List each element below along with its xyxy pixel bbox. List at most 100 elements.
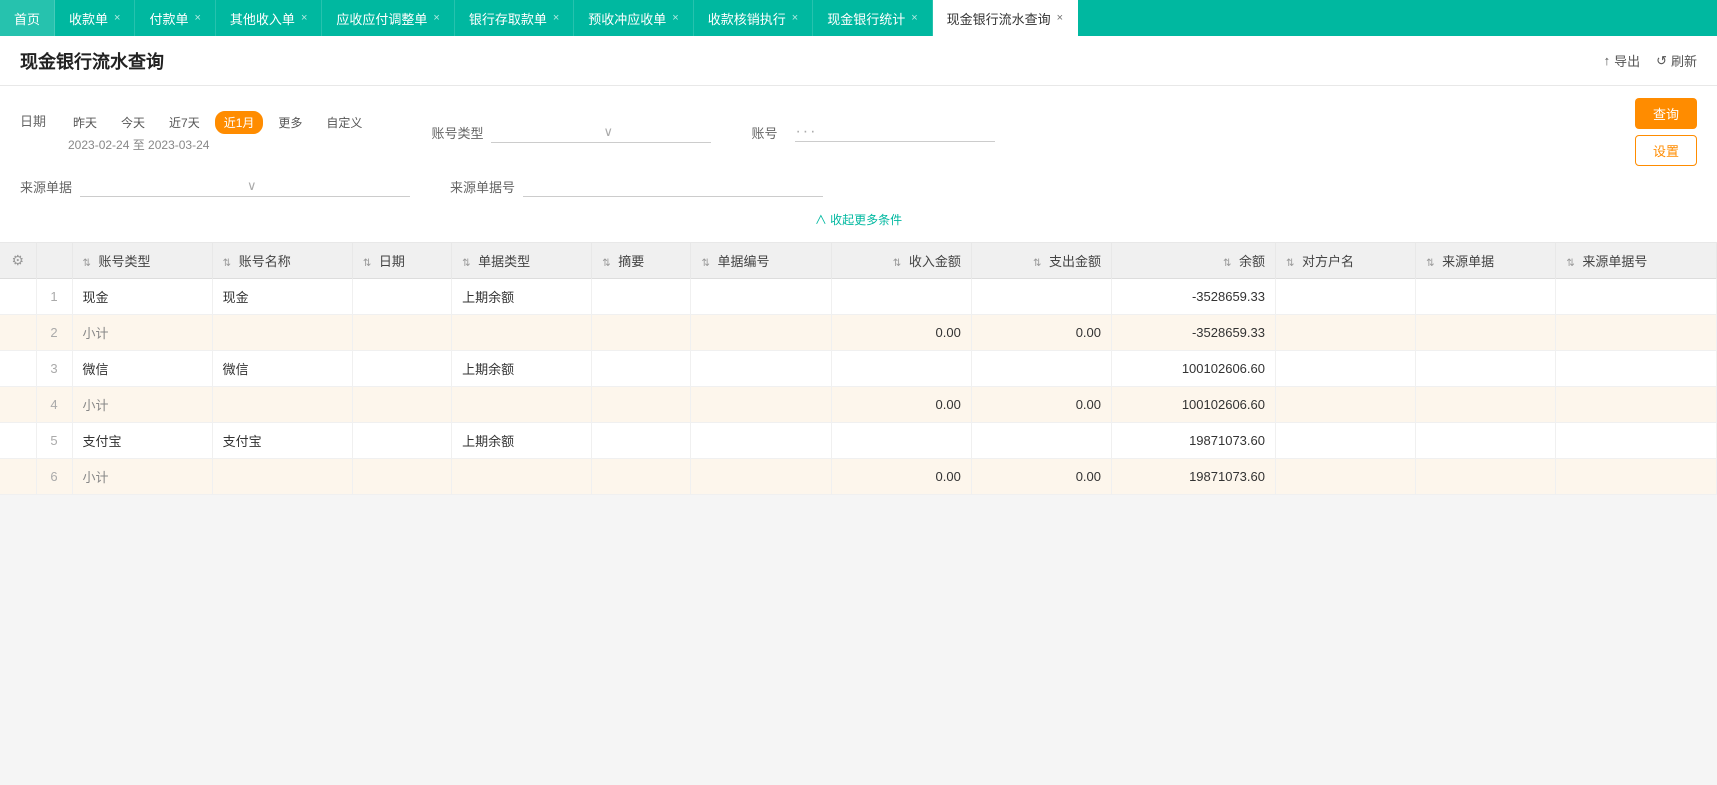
nav-item-cash-bank-stats[interactable]: 现金银行统计 × xyxy=(813,0,932,36)
nav-item-bank-deposit[interactable]: 银行存取款单 × xyxy=(455,0,574,36)
cell-expense xyxy=(971,351,1111,387)
nav-item-ar-ap-adjust[interactable]: 应收应付调整单 × xyxy=(322,0,454,36)
refresh-button[interactable]: ↺ 刷新 xyxy=(1656,51,1697,70)
query-button[interactable]: 查询 xyxy=(1635,98,1697,129)
table-row: 2 小计 0.00 0.00 -3528659.33 xyxy=(0,315,1717,351)
col-balance[interactable]: ⇅ 余额 xyxy=(1112,243,1276,279)
date-btn-1month[interactable]: 近1月 xyxy=(215,111,264,134)
source-doc-no-input[interactable] xyxy=(523,177,823,197)
col-income[interactable]: ⇅ 收入金额 xyxy=(831,243,971,279)
cell-balance: 19871073.60 xyxy=(1112,423,1276,459)
account-type-filter: 账号类型 ∨ xyxy=(431,122,711,143)
cell-expense xyxy=(971,423,1111,459)
close-icon[interactable]: × xyxy=(911,12,917,24)
cell-doc-no xyxy=(691,387,831,423)
cell-expense xyxy=(971,279,1111,315)
cell-source-doc xyxy=(1416,315,1556,351)
col-doc-type[interactable]: ⇅ 单据类型 xyxy=(452,243,592,279)
col-source-doc-no[interactable]: ⇅ 来源单据号 xyxy=(1556,243,1717,279)
table-body: 1 现金 现金 上期余额 -3528659.33 2 小计 0.00 0.00 … xyxy=(0,279,1717,495)
sort-icon: ⇅ xyxy=(223,258,231,269)
col-counterpart[interactable]: ⇅ 对方户名 xyxy=(1275,243,1415,279)
row-number: 1 xyxy=(36,279,72,315)
account-type-select[interactable]: ∨ xyxy=(491,122,711,143)
close-icon[interactable]: × xyxy=(301,12,307,24)
cell-source-doc-no xyxy=(1556,279,1717,315)
col-doc-no[interactable]: ⇅ 单据编号 xyxy=(691,243,831,279)
cell-expense: 0.00 xyxy=(971,315,1111,351)
sort-icon: ⇅ xyxy=(1033,258,1041,269)
nav-item-home[interactable]: 首页 xyxy=(0,0,55,36)
col-account-type[interactable]: ⇅ 账号类型 xyxy=(72,243,212,279)
cell-doc-type xyxy=(452,387,592,423)
close-icon[interactable]: × xyxy=(114,12,120,24)
cell-source-doc-no xyxy=(1556,315,1717,351)
cell-source-doc xyxy=(1416,351,1556,387)
cell-account-type: 微信 xyxy=(72,351,212,387)
sort-icon: ⇅ xyxy=(1566,258,1574,269)
collapse-bar[interactable]: ∧ 收起更多条件 xyxy=(20,207,1697,236)
nav-item-collection-exec[interactable]: 收款核销执行 × xyxy=(694,0,813,36)
page-header: 现金银行流水查询 ↑ 导出 ↺ 刷新 xyxy=(0,36,1717,86)
ellipsis-button[interactable]: ··· xyxy=(795,123,817,141)
cell-balance: -3528659.33 xyxy=(1112,279,1276,315)
cell-account-type: 小计 xyxy=(72,387,212,423)
nav-item-payments[interactable]: 付款单 × xyxy=(135,0,215,36)
row-gear xyxy=(0,423,36,459)
sort-icon: ⇅ xyxy=(1286,258,1294,269)
close-icon[interactable]: × xyxy=(792,12,798,24)
source-doc-label: 来源单据 xyxy=(20,177,72,196)
sort-icon: ⇅ xyxy=(701,258,709,269)
close-icon[interactable]: × xyxy=(553,12,559,24)
row-number: 4 xyxy=(36,387,72,423)
row-gear xyxy=(0,351,36,387)
sort-icon: ⇅ xyxy=(462,258,470,269)
col-date[interactable]: ⇅ 日期 xyxy=(352,243,451,279)
col-summary[interactable]: ⇅ 摘要 xyxy=(592,243,691,279)
date-btn-more[interactable]: 更多 xyxy=(269,111,311,134)
row-number: 3 xyxy=(36,351,72,387)
gear-icon[interactable]: ⚙ xyxy=(11,252,24,268)
close-icon[interactable]: × xyxy=(1057,12,1063,24)
row-gear xyxy=(0,315,36,351)
cell-source-doc-no xyxy=(1556,423,1717,459)
col-expense[interactable]: ⇅ 支出金额 xyxy=(971,243,1111,279)
nav-item-other-income[interactable]: 其他收入单 × xyxy=(216,0,322,36)
date-btn-custom[interactable]: 自定义 xyxy=(317,111,371,134)
date-range-display: 2023-02-24 至 2023-03-24 xyxy=(68,136,371,153)
table-container: ⚙ ⇅ 账号类型 ⇅ 账号名称 ⇅ 日期 ⇅ 单据类型 xyxy=(0,243,1717,495)
table-row: 3 微信 微信 上期余额 100102606.60 xyxy=(0,351,1717,387)
cell-summary xyxy=(592,315,691,351)
row-gear xyxy=(0,387,36,423)
refresh-icon: ↺ xyxy=(1656,53,1667,69)
date-btn-7days[interactable]: 近7天 xyxy=(160,111,209,134)
close-icon[interactable]: × xyxy=(672,12,678,24)
col-account-name[interactable]: ⇅ 账号名称 xyxy=(212,243,352,279)
action-buttons: 查询 设置 xyxy=(1635,98,1697,166)
source-doc-select[interactable]: ∨ xyxy=(80,176,410,197)
cell-source-doc xyxy=(1416,459,1556,495)
chevron-down-icon: ∨ xyxy=(603,124,705,140)
cell-doc-no xyxy=(691,351,831,387)
nav-item-cash-bank-flow[interactable]: 现金银行流水查询 × xyxy=(933,0,1078,36)
close-icon[interactable]: × xyxy=(433,12,439,24)
cell-balance: -3528659.33 xyxy=(1112,315,1276,351)
cell-income: 0.00 xyxy=(831,459,971,495)
row-number: 5 xyxy=(36,423,72,459)
account-input-wrap: ··· xyxy=(795,123,995,142)
settings-button[interactable]: 设置 xyxy=(1635,135,1697,166)
nav-item-receipts[interactable]: 收款单 × xyxy=(55,0,135,36)
cell-income: 0.00 xyxy=(831,387,971,423)
nav-item-advance-offset[interactable]: 预收冲应收单 × xyxy=(574,0,693,36)
cell-source-doc-no xyxy=(1556,351,1717,387)
close-icon[interactable]: × xyxy=(194,12,200,24)
top-nav: 首页 收款单 × 付款单 × 其他收入单 × 应收应付调整单 × 银行存取款单 … xyxy=(0,0,1717,36)
cell-summary xyxy=(592,423,691,459)
col-source-doc[interactable]: ⇅ 来源单据 xyxy=(1416,243,1556,279)
export-button[interactable]: ↑ 导出 xyxy=(1604,51,1641,70)
filter-row-1: 日期 昨天 今天 近7天 近1月 更多 自定义 2023-02-24 至 202… xyxy=(20,98,1697,166)
date-btn-today[interactable]: 今天 xyxy=(112,111,154,134)
table-row: 5 支付宝 支付宝 上期余额 19871073.60 xyxy=(0,423,1717,459)
filter-area: 日期 昨天 今天 近7天 近1月 更多 自定义 2023-02-24 至 202… xyxy=(0,86,1717,243)
date-btn-yesterday[interactable]: 昨天 xyxy=(64,111,106,134)
